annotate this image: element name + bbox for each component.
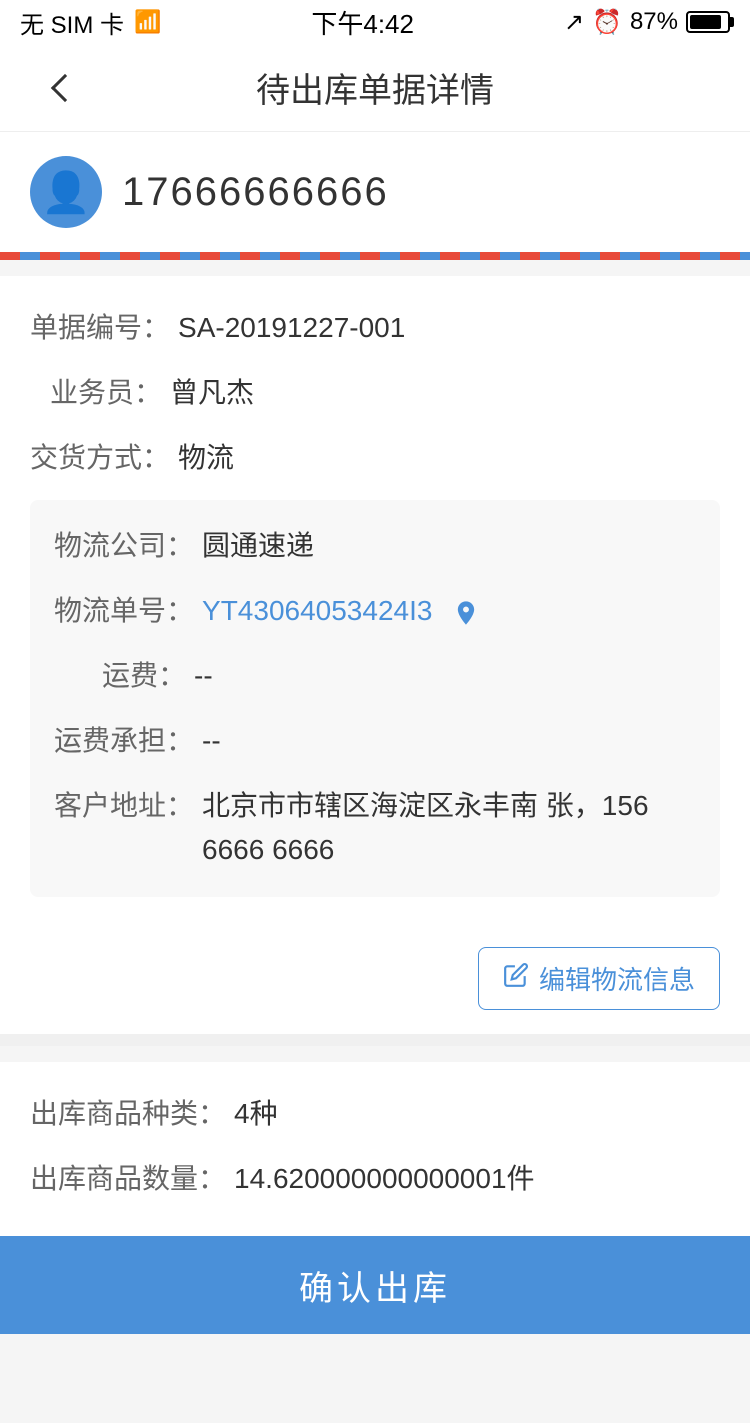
edit-logistics-label: 编辑物流信息: [539, 960, 695, 997]
wifi-icon: 📶: [134, 9, 161, 35]
salesperson-value: 曾凡杰: [170, 371, 720, 416]
edit-logistics-area: 编辑物流信息: [0, 927, 750, 1034]
logistics-company-row: 物流公司： 圆通速递: [54, 524, 696, 569]
goods-section: 出库商品种类： 4种 出库商品数量： 14.620000000000001件: [0, 1062, 750, 1232]
location-arrow-icon: ↗: [564, 8, 584, 37]
edit-logistics-button[interactable]: 编辑物流信息: [478, 947, 720, 1010]
doc-number-value: SA-20191227-001: [178, 306, 720, 351]
address-row: 客户地址： 北京市市辖区海淀区永丰南 张，156 6666 6666: [54, 784, 696, 874]
battery-icon: [686, 11, 730, 33]
delivery-method-label: 交货方式：: [30, 436, 178, 481]
confirm-button[interactable]: 确认出库: [0, 1236, 750, 1334]
salesperson-label: 业务员：: [30, 371, 170, 416]
basic-info-section: 单据编号： SA-20191227-001 业务员： 曾凡杰 交货方式： 物流 …: [0, 276, 750, 927]
goods-types-label: 出库商品种类：: [30, 1092, 234, 1137]
status-right: ↗ ⏰ 87%: [564, 8, 730, 37]
tracking-label: 物流单号：: [54, 589, 202, 634]
status-time: 下午4:42: [311, 4, 414, 41]
map-pin-icon[interactable]: [448, 595, 484, 631]
confirm-label: 确认出库: [299, 1261, 451, 1310]
bottom-spacer: [0, 1323, 750, 1423]
nav-bar: 待出库单据详情: [0, 44, 750, 132]
goods-quantity-label: 出库商品数量：: [30, 1157, 234, 1202]
status-bar: 无 SIM 卡 📶 下午4:42 ↗ ⏰ 87%: [0, 0, 750, 44]
logistics-company-value: 圆通速递: [202, 524, 696, 569]
freight-bearer-value: --: [202, 719, 696, 764]
tracking-row: 物流单号： YT43064053424I3: [54, 589, 696, 634]
doc-number-label: 单据编号：: [30, 306, 178, 351]
status-left: 无 SIM 卡 📶: [20, 5, 161, 40]
section-divider-1: [0, 1034, 750, 1046]
freight-bearer-label: 运费承担：: [54, 719, 202, 764]
user-row: 👤 17666666666: [0, 132, 750, 252]
alarm-icon: ⏰: [592, 8, 622, 37]
logistics-card: 物流公司： 圆通速递 物流单号： YT43064053424I3 运费： -- …: [30, 500, 720, 897]
freight-label: 运费：: [54, 654, 194, 699]
freight-row: 运费： --: [54, 654, 696, 699]
user-phone: 17666666666: [122, 170, 389, 215]
address-value: 北京市市辖区海淀区永丰南 张，156 6666 6666: [202, 784, 696, 874]
doc-number-row: 单据编号： SA-20191227-001: [30, 306, 720, 351]
battery-percent: 87%: [630, 8, 678, 36]
freight-value: --: [194, 654, 696, 699]
avatar: 👤: [30, 156, 102, 228]
salesperson-row: 业务员： 曾凡杰: [30, 371, 720, 416]
edit-icon: [503, 962, 529, 995]
goods-quantity-row: 出库商品数量： 14.620000000000001件: [30, 1157, 720, 1202]
tracking-value: YT43064053424I3: [202, 589, 696, 634]
logistics-company-label: 物流公司：: [54, 524, 202, 569]
freight-bearer-row: 运费承担： --: [54, 719, 696, 764]
goods-types-value: 4种: [234, 1092, 720, 1137]
page-title: 待出库单据详情: [90, 63, 660, 112]
dashed-divider: [0, 252, 750, 260]
goods-types-row: 出库商品种类： 4种: [30, 1092, 720, 1137]
back-arrow-icon: [51, 73, 79, 101]
delivery-method-row: 交货方式： 物流: [30, 436, 720, 481]
address-label: 客户地址：: [54, 784, 202, 829]
delivery-method-value: 物流: [178, 436, 720, 481]
back-button[interactable]: [30, 58, 90, 118]
avatar-icon: 👤: [41, 169, 91, 216]
goods-quantity-value: 14.620000000000001件: [234, 1157, 720, 1202]
carrier-text: 无 SIM 卡: [20, 5, 124, 40]
